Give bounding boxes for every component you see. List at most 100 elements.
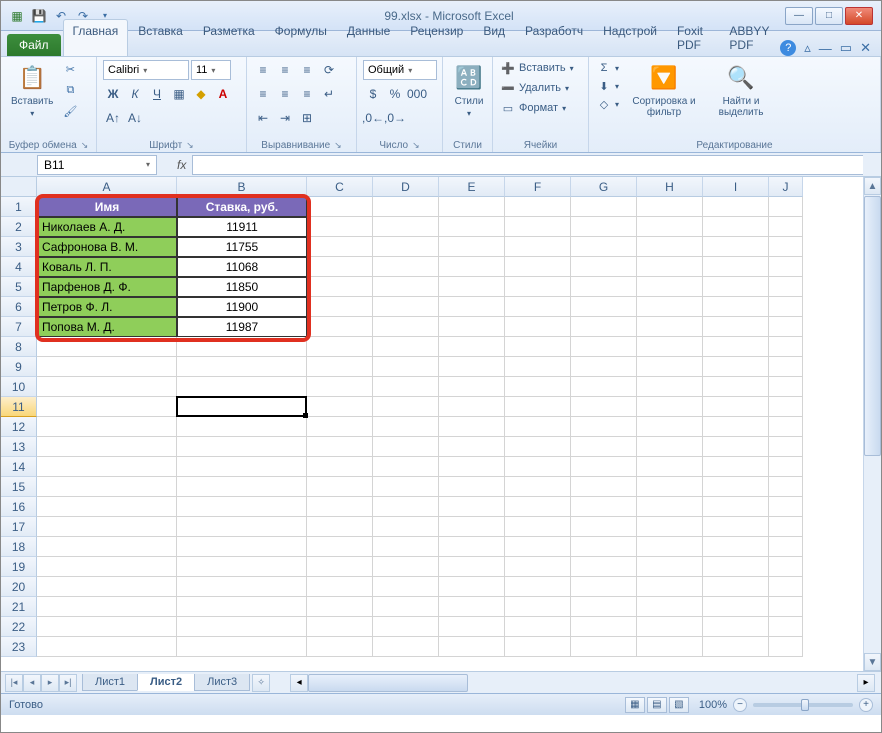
cell-E15[interactable]	[439, 477, 505, 497]
cell-J17[interactable]	[769, 517, 803, 537]
cell-C6[interactable]	[307, 297, 373, 317]
cell-F17[interactable]	[505, 517, 571, 537]
cell-E20[interactable]	[439, 577, 505, 597]
row-header-7[interactable]: 7	[1, 317, 37, 337]
cell-C18[interactable]	[307, 537, 373, 557]
normal-view-button[interactable]: ▦	[625, 697, 645, 713]
cell-H5[interactable]	[637, 277, 703, 297]
border-button[interactable]: ▦	[169, 84, 189, 104]
cell-D11[interactable]	[373, 397, 439, 417]
cell-E3[interactable]	[439, 237, 505, 257]
cell-D10[interactable]	[373, 377, 439, 397]
cell-I14[interactable]	[703, 457, 769, 477]
increase-indent-icon[interactable]: ⇥	[275, 108, 295, 128]
font-color-button[interactable]: А	[213, 84, 233, 104]
cell-I17[interactable]	[703, 517, 769, 537]
cell-J16[interactable]	[769, 497, 803, 517]
cell-I18[interactable]	[703, 537, 769, 557]
cell-B14[interactable]	[177, 457, 307, 477]
cell-C19[interactable]	[307, 557, 373, 577]
cell-E18[interactable]	[439, 537, 505, 557]
scroll-right-button[interactable]: ▸	[857, 674, 875, 692]
new-sheet-button[interactable]: ✧	[252, 674, 270, 692]
cell-F15[interactable]	[505, 477, 571, 497]
cell-B5[interactable]: 11850	[177, 277, 307, 297]
doc-restore-icon[interactable]: ▭	[840, 40, 852, 56]
cell-E21[interactable]	[439, 597, 505, 617]
cell-B15[interactable]	[177, 477, 307, 497]
grow-font-icon[interactable]: A↑	[103, 108, 123, 128]
cell-F1[interactable]	[505, 197, 571, 217]
cell-D6[interactable]	[373, 297, 439, 317]
cell-G22[interactable]	[571, 617, 637, 637]
zoom-slider[interactable]	[753, 703, 853, 707]
cell-D22[interactable]	[373, 617, 439, 637]
row-header-10[interactable]: 10	[1, 377, 37, 397]
cell-I3[interactable]	[703, 237, 769, 257]
cell-E8[interactable]	[439, 337, 505, 357]
cell-A23[interactable]	[37, 637, 177, 657]
cell-J15[interactable]	[769, 477, 803, 497]
align-right-icon[interactable]: ≡	[297, 84, 317, 104]
row-header-12[interactable]: 12	[1, 417, 37, 437]
cell-H6[interactable]	[637, 297, 703, 317]
cell-D9[interactable]	[373, 357, 439, 377]
minimize-button[interactable]: —	[785, 7, 813, 25]
cell-A8[interactable]	[37, 337, 177, 357]
row-header-15[interactable]: 15	[1, 477, 37, 497]
file-tab[interactable]: Файл	[7, 34, 61, 56]
cell-F10[interactable]	[505, 377, 571, 397]
cell-I19[interactable]	[703, 557, 769, 577]
close-button[interactable]: ✕	[845, 7, 873, 25]
cell-A2[interactable]: Николаев А. Д.	[37, 217, 177, 237]
cell-A1[interactable]: Имя	[37, 197, 177, 217]
ribbon-tab-рецензир[interactable]: Рецензир	[400, 19, 473, 56]
cell-G16[interactable]	[571, 497, 637, 517]
cell-B16[interactable]	[177, 497, 307, 517]
cell-A7[interactable]: Попова М. Д.	[37, 317, 177, 337]
cell-I11[interactable]	[703, 397, 769, 417]
cell-C13[interactable]	[307, 437, 373, 457]
cell-G13[interactable]	[571, 437, 637, 457]
column-header-H[interactable]: H	[637, 177, 703, 197]
cell-J14[interactable]	[769, 457, 803, 477]
column-header-G[interactable]: G	[571, 177, 637, 197]
cell-F4[interactable]	[505, 257, 571, 277]
shrink-font-icon[interactable]: A↓	[125, 108, 145, 128]
cell-D2[interactable]	[373, 217, 439, 237]
cell-J8[interactable]	[769, 337, 803, 357]
cell-I1[interactable]	[703, 197, 769, 217]
cell-H3[interactable]	[637, 237, 703, 257]
cell-J3[interactable]	[769, 237, 803, 257]
formula-input[interactable]	[192, 155, 863, 175]
ribbon-tab-foxit pdf[interactable]: Foxit PDF	[667, 19, 719, 56]
cell-H21[interactable]	[637, 597, 703, 617]
column-header-C[interactable]: C	[307, 177, 373, 197]
cell-C1[interactable]	[307, 197, 373, 217]
cell-C21[interactable]	[307, 597, 373, 617]
cell-F14[interactable]	[505, 457, 571, 477]
orientation-icon[interactable]: ⟳	[319, 60, 339, 80]
number-format-combo[interactable]: Общий▾	[363, 60, 437, 80]
cell-J5[interactable]	[769, 277, 803, 297]
cell-F11[interactable]	[505, 397, 571, 417]
cell-F5[interactable]	[505, 277, 571, 297]
cell-C4[interactable]	[307, 257, 373, 277]
cell-F13[interactable]	[505, 437, 571, 457]
cell-A20[interactable]	[37, 577, 177, 597]
cell-C20[interactable]	[307, 577, 373, 597]
column-header-I[interactable]: I	[703, 177, 769, 197]
row-header-21[interactable]: 21	[1, 597, 37, 617]
last-sheet-button[interactable]: ▸|	[59, 674, 77, 692]
cell-B22[interactable]	[177, 617, 307, 637]
cell-C11[interactable]	[307, 397, 373, 417]
row-header-4[interactable]: 4	[1, 257, 37, 277]
dialog-launcher-icon[interactable]: ↘	[81, 140, 89, 151]
cell-A9[interactable]	[37, 357, 177, 377]
cell-C12[interactable]	[307, 417, 373, 437]
cell-J2[interactable]	[769, 217, 803, 237]
cell-B18[interactable]	[177, 537, 307, 557]
cell-C22[interactable]	[307, 617, 373, 637]
cell-I15[interactable]	[703, 477, 769, 497]
prev-sheet-button[interactable]: ◂	[23, 674, 41, 692]
